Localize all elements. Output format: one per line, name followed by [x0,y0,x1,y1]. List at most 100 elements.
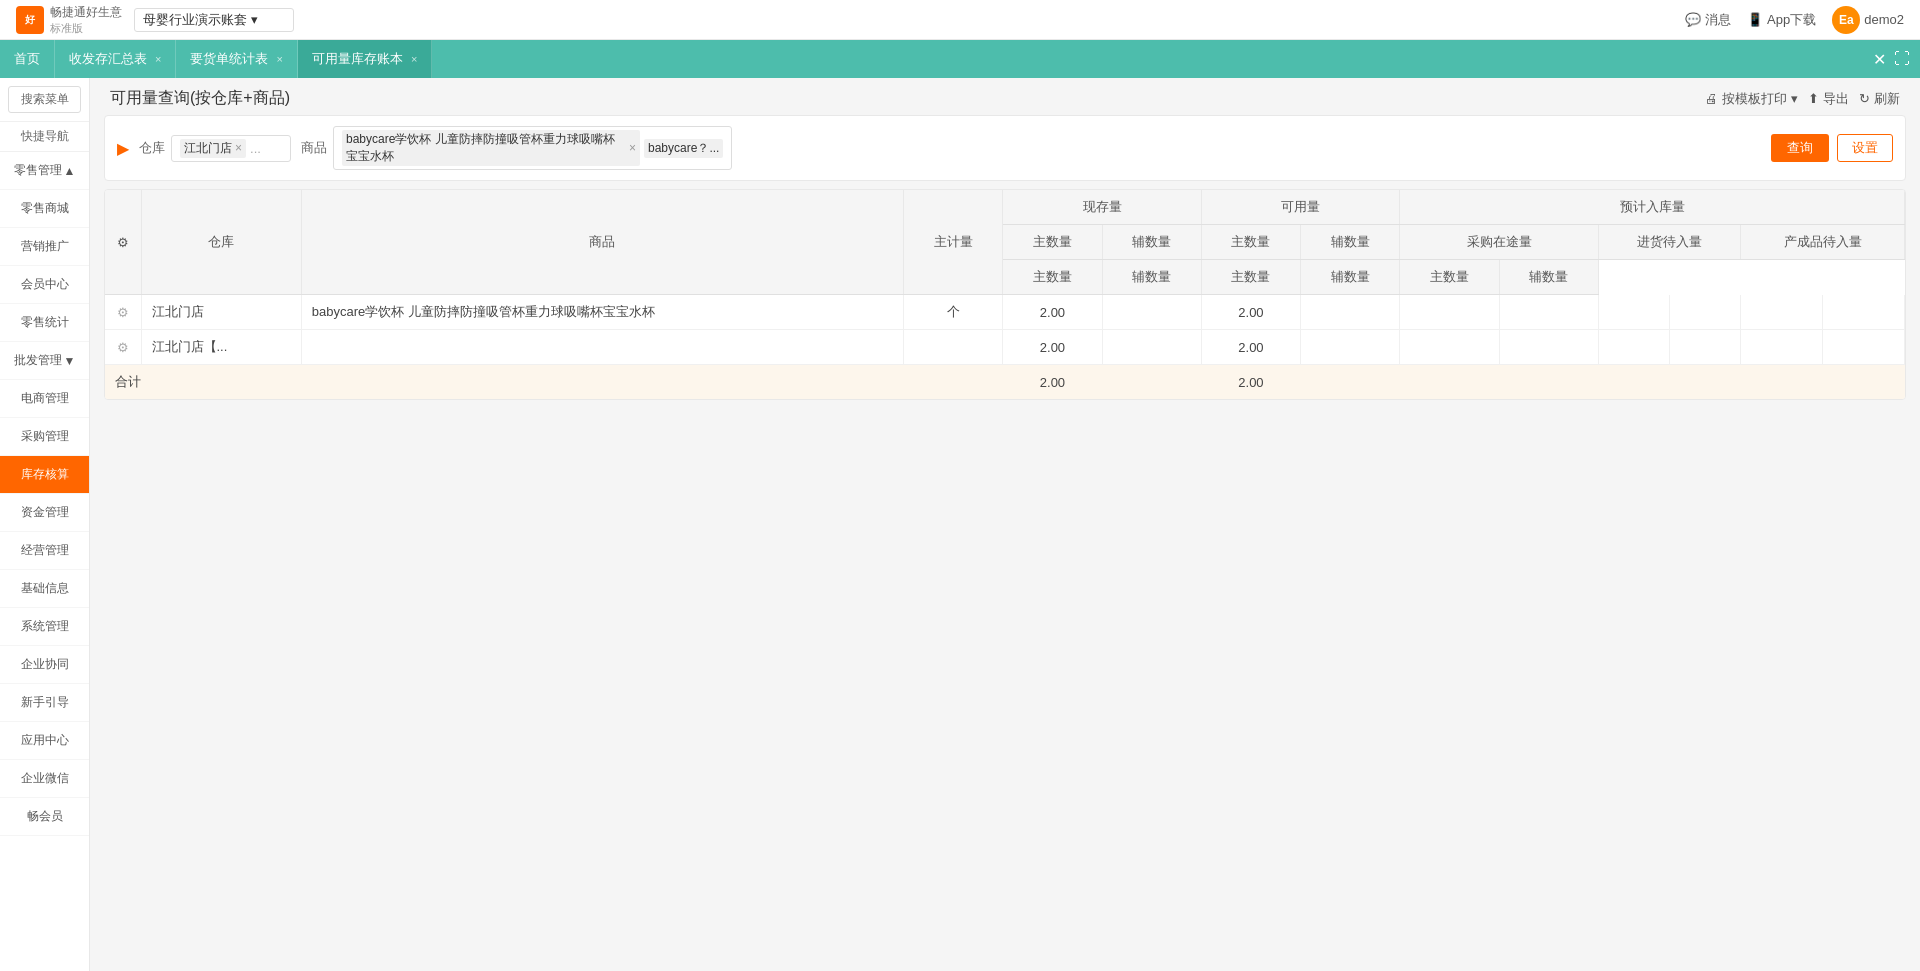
tab-order-stats[interactable]: 要货单统计表 × [176,40,297,78]
industry-label: 母婴行业演示账套 [143,11,247,29]
sidebar-item-operations[interactable]: 经营管理 [0,532,89,570]
app-download-button[interactable]: 📱 App下载 [1747,11,1816,29]
settings-column-header[interactable]: ⚙ [105,190,141,295]
expand-button[interactable]: ⛶ [1894,50,1910,68]
sidebar-item-member[interactable]: 会员中心 [0,266,89,304]
curr-aux-header: 辅数量 [1102,225,1201,260]
sidebar-item-online-store[interactable]: 零售商城 [0,190,89,228]
filter-toggle-button[interactable]: ▶ [117,139,129,158]
sidebar-item-finance[interactable]: 资金管理 [0,494,89,532]
sidebar-item-app-center[interactable]: 应用中心 [0,722,89,760]
nav-tabs: 首页 收发存汇总表 × 要货单统计表 × 可用量库存账本 × ✕ ⛶ [0,40,1920,78]
warehouse-remove-icon[interactable]: × [235,141,242,155]
message-button[interactable]: 💬 消息 [1685,11,1731,29]
table-header-row1: ⚙ 仓库 商品 主计量 现存量 可用量 预计入库量 [105,190,1905,225]
avatar: Ea [1832,6,1860,34]
row-gi-main-0 [1598,295,1669,330]
tab-available-stock[interactable]: 可用量库存账本 × [298,40,432,78]
sidebar-item-system[interactable]: 系统管理 [0,608,89,646]
tab-home[interactable]: 首页 [0,40,55,78]
row-gi-aux-1 [1669,330,1740,365]
sidebar-item-member2[interactable]: 畅会员 [0,798,89,836]
pur-aux-header: 辅数量 [1102,260,1201,295]
sidebar-item-basic-info[interactable]: 基础信息 [0,570,89,608]
sidebar-item-ecommerce[interactable]: 电商管理 [0,380,89,418]
sidebar-search: 搜索菜单 [0,78,89,122]
warehouse-column-header: 仓库 [141,190,301,295]
top-bar-left: 好 畅捷通好生意 标准版 母婴行业演示账套 ▾ [16,4,294,36]
sidebar-item-inventory[interactable]: 库存核算 [0,456,89,494]
logo-icon: 好 [16,6,44,34]
data-table: ⚙ 仓库 商品 主计量 现存量 可用量 预计入库量 主数量 辅数量 主数量 辅数… [105,190,1905,399]
row-gi-aux-0 [1669,295,1740,330]
warehouse-tag: 江北门店 × [180,139,246,158]
message-icon: 💬 [1685,12,1701,27]
footer-avail-aux [1301,365,1400,400]
footer-gi-aux [1669,365,1740,400]
print-button[interactable]: 🖨 按模板打印 ▾ [1705,90,1798,108]
close-icon[interactable]: × [155,53,161,65]
message-label: 消息 [1705,11,1731,29]
close-icon[interactable]: × [276,53,282,65]
pi-main-header: 主数量 [1400,260,1499,295]
row-pi-aux-0 [1822,295,1904,330]
breadcrumb-label: 标准版 [50,21,122,36]
row-pi-main-1 [1741,330,1823,365]
product-label: 商品 [301,139,327,157]
sidebar-item-marketing[interactable]: 营销推广 [0,228,89,266]
product-in-header: 产成品待入量 [1741,225,1905,260]
filter-warehouse-field: 仓库 江北门店 × ... [139,135,291,162]
username: demo2 [1864,12,1904,27]
warehouse-more-icon[interactable]: ... [250,141,261,156]
product-tag1-remove[interactable]: × [629,141,636,155]
tab-home-label: 首页 [14,50,40,68]
table-row: ⚙ 江北门店【... 2.00 2.00 [105,330,1905,365]
sidebar-item-enterprise[interactable]: 企业协同 [0,646,89,684]
sidebar-item-purchase-label: 采购管理 [21,429,69,443]
sidebar-item-member2-label: 畅会员 [27,809,63,823]
row-gear-1[interactable]: ⚙ [105,330,141,365]
warehouse-input[interactable]: 江北门店 × ... [171,135,291,162]
sidebar-item-guide[interactable]: 新手引导 [0,684,89,722]
user-menu[interactable]: Ea demo2 [1832,6,1904,34]
industry-selector[interactable]: 母婴行业演示账套 ▾ [134,8,294,32]
export-button[interactable]: ⬆ 导出 [1808,90,1849,108]
sidebar-item-retail[interactable]: 零售管理 ▲ [0,152,89,190]
row-pi-main-0 [1741,295,1823,330]
pur-main-header: 主数量 [1003,260,1102,295]
sidebar-item-wechat[interactable]: 企业微信 [0,760,89,798]
row-unit-1 [904,330,1003,365]
warehouse-tag-value: 江北门店 [184,140,232,157]
row-gear-0[interactable]: ⚙ [105,295,141,330]
sidebar-item-wholesale-label: 批发管理 [14,352,62,369]
sidebar-item-retail-stats[interactable]: 零售统计 [0,304,89,342]
settings-button[interactable]: 设置 [1837,134,1893,162]
query-button[interactable]: 查询 [1771,134,1829,162]
footer-pi-aux [1822,365,1904,400]
sidebar-item-app-center-label: 应用中心 [21,733,69,747]
row-curr-main-0: 2.00 [1003,295,1102,330]
current-stock-header: 现存量 [1003,190,1202,225]
logo-area: 好 畅捷通好生意 标准版 [16,4,122,36]
row-product-0: babycare学饮杯 儿童防摔防撞吸管杯重力球吸嘴杯宝宝水杯 [301,295,903,330]
tab-actions: ✕ ⛶ [1863,40,1920,78]
row-avail-aux-1 [1301,330,1400,365]
close-icon[interactable]: × [411,53,417,65]
row-warehouse-1: 江北门店【... [141,330,301,365]
product-tag2: babycare？... [644,139,723,158]
product-tag2-value: babycare？... [648,140,719,157]
printer-icon: 🖨 [1705,91,1718,106]
sidebar-nav-quick[interactable]: 快捷导航 [0,122,89,152]
logo-text: 畅捷通好生意 [50,4,122,21]
row-avail-main-0: 2.00 [1201,295,1300,330]
incoming-header: 预计入库量 [1400,190,1905,225]
row-warehouse-0: 江北门店 [141,295,301,330]
goods-in-header: 进货待入量 [1598,225,1740,260]
sidebar-item-wholesale[interactable]: 批发管理 ▼ [0,342,89,380]
sidebar-item-purchase[interactable]: 采购管理 [0,418,89,456]
close-tab-button[interactable]: ✕ [1873,50,1886,69]
refresh-button[interactable]: ↻ 刷新 [1859,90,1900,108]
tab-receive-summary[interactable]: 收发存汇总表 × [55,40,176,78]
product-input[interactable]: babycare学饮杯 儿童防摔防撞吸管杯重力球吸嘴杯宝宝水杯 × babyca… [333,126,732,170]
search-menu-button[interactable]: 搜索菜单 [8,86,81,113]
